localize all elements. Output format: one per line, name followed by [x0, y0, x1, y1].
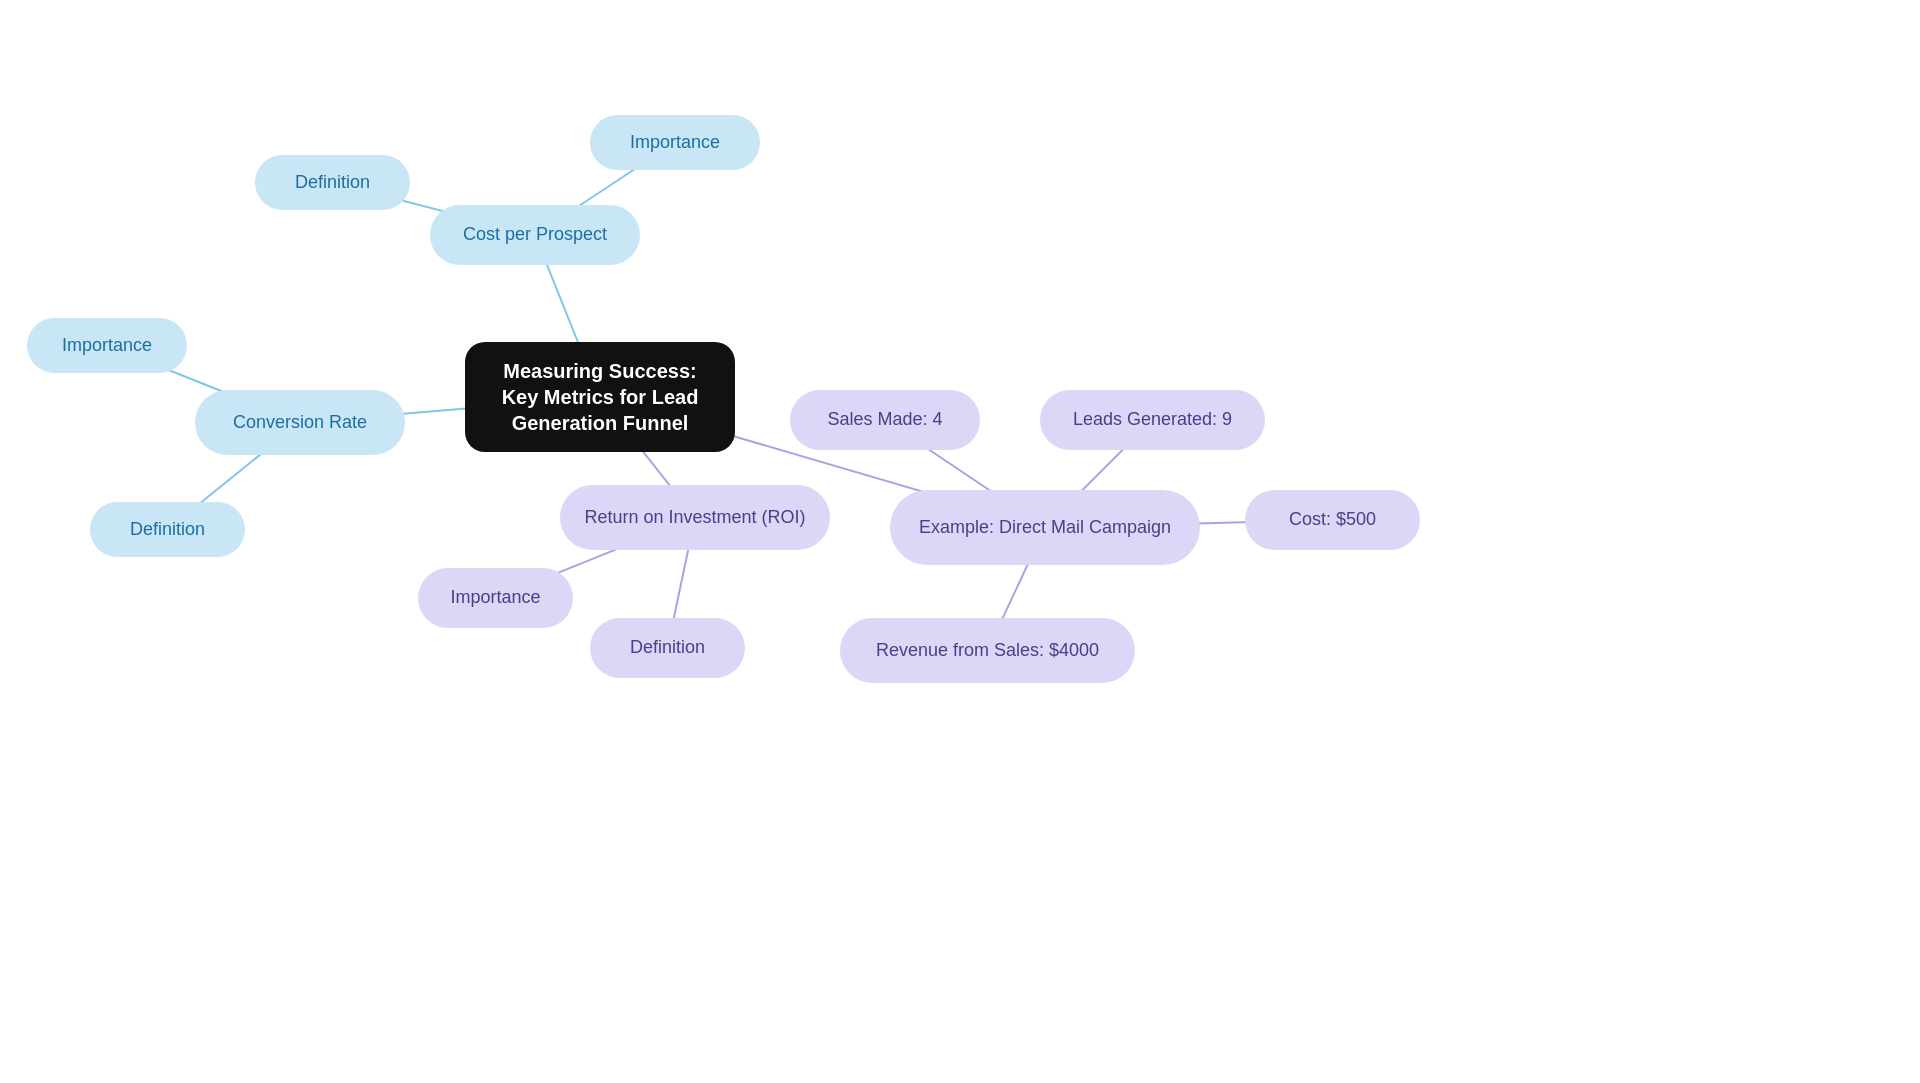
importance-top-node: Importance — [590, 115, 760, 170]
definition-top-node: Definition — [255, 155, 410, 210]
importance-left-node: Importance — [27, 318, 187, 373]
conversion-rate-node: Conversion Rate — [195, 390, 405, 455]
direct-mail-node: Example: Direct Mail Campaign — [890, 490, 1200, 565]
center-label: Measuring Success: Key Metrics for Lead … — [489, 358, 711, 436]
revenue-node: Revenue from Sales: $4000 — [840, 618, 1135, 683]
center-node: Measuring Success: Key Metrics for Lead … — [465, 342, 735, 452]
cost-node: Cost: $500 — [1245, 490, 1420, 550]
importance-roi-node: Importance — [418, 568, 573, 628]
definition-left-node: Definition — [90, 502, 245, 557]
leads-generated-node: Leads Generated: 9 — [1040, 390, 1265, 450]
cost-per-prospect-node: Cost per Prospect — [430, 205, 640, 265]
roi-node: Return on Investment (ROI) — [560, 485, 830, 550]
definition-roi-node: Definition — [590, 618, 745, 678]
sales-made-node: Sales Made: 4 — [790, 390, 980, 450]
